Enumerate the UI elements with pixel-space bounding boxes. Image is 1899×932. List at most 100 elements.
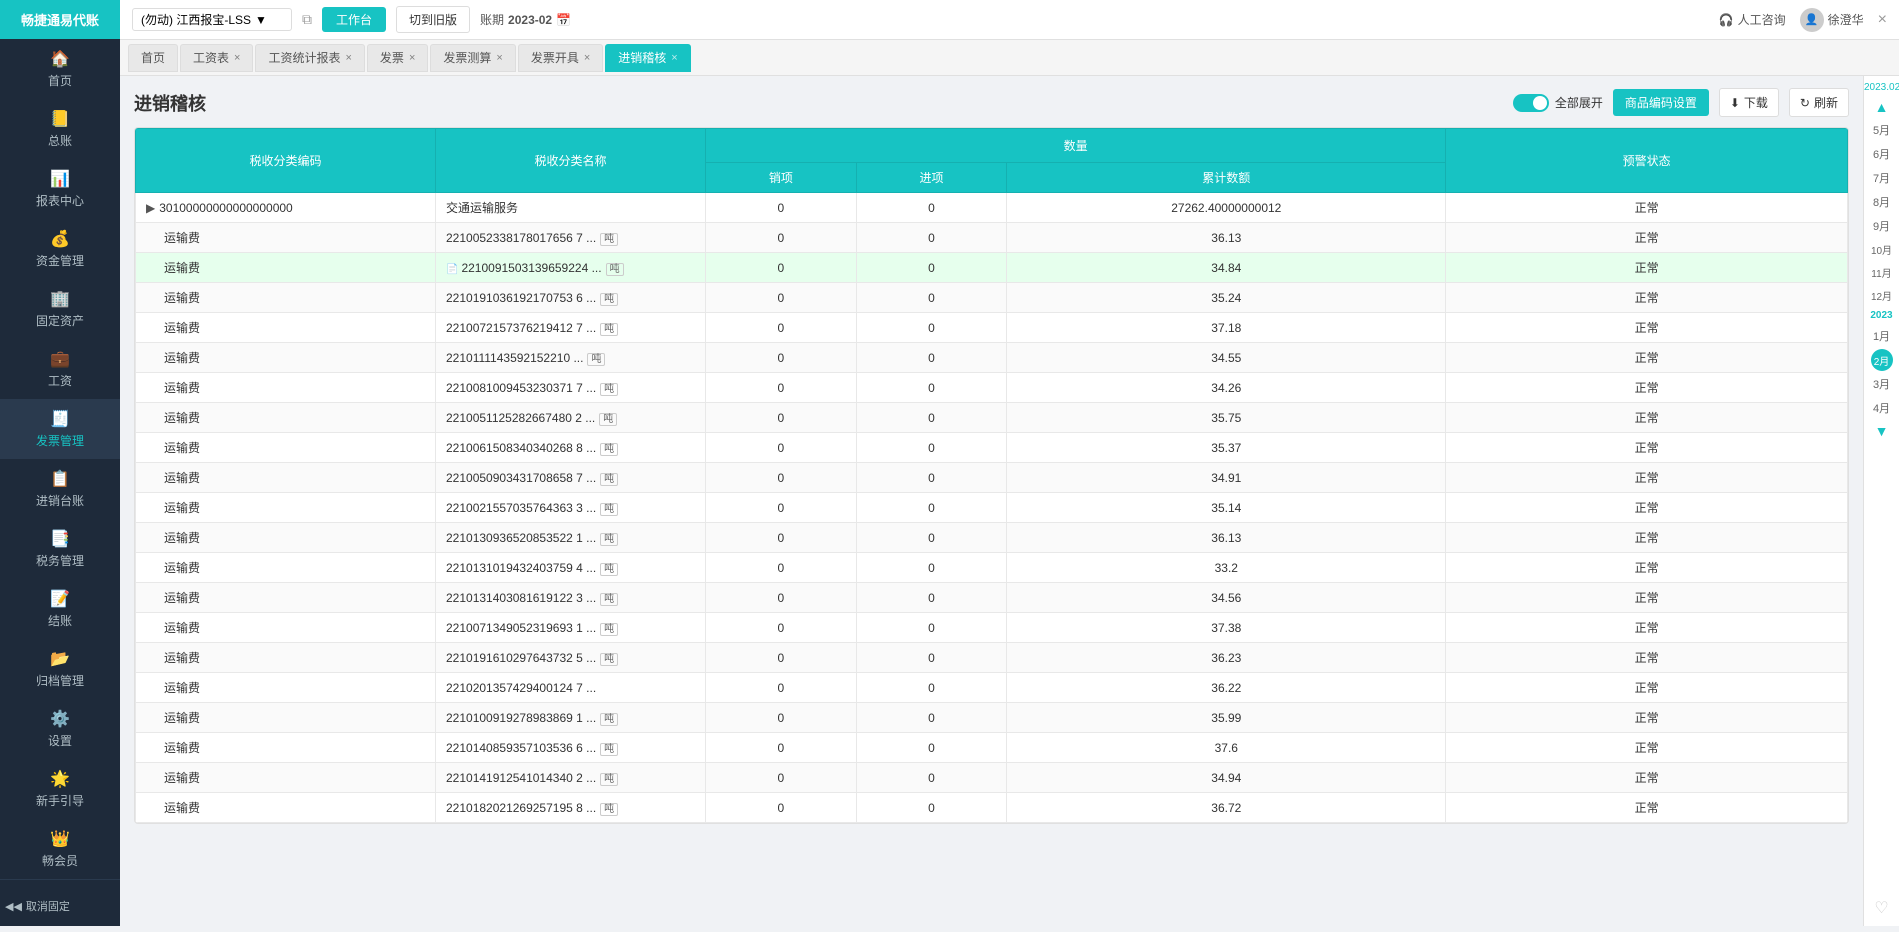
avatar: 👤 xyxy=(1800,8,1824,32)
row-inv-code: 2210061508340340268 8 ...吨 xyxy=(436,433,706,463)
row-total: 34.84 xyxy=(1007,253,1446,283)
tab-salary-table[interactable]: 工资表 × xyxy=(180,44,253,72)
sidebar-item-tax[interactable]: 📑 税务管理 xyxy=(0,519,120,579)
sidebar-item-label: 固定资产 xyxy=(36,312,84,329)
tab-home[interactable]: 首页 xyxy=(128,44,178,72)
sidebar-item-salary[interactable]: 💼 工资 xyxy=(0,339,120,399)
prev-year-arrow[interactable]: ▲ xyxy=(1873,97,1891,117)
row-status: 正常 xyxy=(1446,433,1848,463)
sidebar-item-sales[interactable]: 📋 进销台账 xyxy=(0,459,120,519)
download-button[interactable]: ⬇ 下载 xyxy=(1719,88,1779,117)
row-purchase: 0 xyxy=(856,793,1007,823)
month-3[interactable]: 3月 xyxy=(1866,373,1898,395)
sidebar-item-fund[interactable]: 💰 资金管理 xyxy=(0,219,120,279)
month-7[interactable]: 7月 xyxy=(1866,167,1898,189)
month-4[interactable]: 4月 xyxy=(1866,397,1898,419)
tab-invoice-calc[interactable]: 发票测算 × xyxy=(430,44,515,72)
col-sales-header: 销项 xyxy=(706,163,857,193)
company-selector[interactable]: (勿动) 江西报宝-LSS ▼ xyxy=(132,8,292,31)
sidebar-item-report[interactable]: 📊 报表中心 xyxy=(0,159,120,219)
row-total: 34.55 xyxy=(1007,343,1446,373)
row-total: 35.14 xyxy=(1007,493,1446,523)
month-8[interactable]: 8月 xyxy=(1866,191,1898,213)
sidebar-item-archive[interactable]: 📂 归档管理 xyxy=(0,639,120,699)
row-sales: 0 xyxy=(706,733,857,763)
row-inv-code: 2210140859357103536 6 ...吨 xyxy=(436,733,706,763)
row-total: 34.91 xyxy=(1007,463,1446,493)
ledger-icon: 📒 xyxy=(50,109,70,129)
page-title: 进销稽核 xyxy=(134,90,206,116)
row-status: 正常 xyxy=(1446,673,1848,703)
table-row: 运输费 2210052338178017656 7 ...吨 0 0 36.13… xyxy=(136,223,1848,253)
row-sales: 0 xyxy=(706,613,857,643)
sidebar-item-member[interactable]: 👑 畅会员 xyxy=(0,819,120,879)
tab-sales-check-label: 进销稽核 xyxy=(618,49,666,66)
favorite-icon[interactable]: ♡ xyxy=(1874,898,1888,922)
row-sales: 0 xyxy=(706,643,857,673)
workbench-button[interactable]: 工作台 xyxy=(322,7,386,32)
tab-invoice-open-close[interactable]: × xyxy=(584,52,590,64)
switch-version-button[interactable]: 切到旧版 xyxy=(396,6,470,33)
tab-invoice-calc-close[interactable]: × xyxy=(496,52,502,64)
main-area: (勿动) 江西报宝-LSS ▼ ⧉ 工作台 切到旧版 账期 2023-02 📅 … xyxy=(120,0,1899,926)
row-name: 运输费 xyxy=(136,223,436,253)
period-area: 账期 2023-02 📅 xyxy=(480,11,571,28)
month-1[interactable]: 1月 xyxy=(1866,325,1898,347)
next-year-arrow[interactable]: ▼ xyxy=(1873,421,1891,441)
tab-salary-table-close[interactable]: × xyxy=(234,52,240,64)
row-sales: 0 xyxy=(706,283,857,313)
month-5[interactable]: 5月 xyxy=(1866,119,1898,141)
month-10[interactable]: 10月 xyxy=(1866,239,1898,260)
close-button[interactable]: × xyxy=(1878,11,1887,29)
row-total: 35.99 xyxy=(1007,703,1446,733)
expand-toggle-label: 全部展开 xyxy=(1555,94,1603,111)
table-row: 运输费 📄2210091503139659224 ...吨 0 0 34.84 … xyxy=(136,253,1848,283)
month-6[interactable]: 6月 xyxy=(1866,143,1898,165)
sidebar-item-label: 发票管理 xyxy=(36,432,84,449)
sidebar-item-invoice[interactable]: 🧾 发票管理 xyxy=(0,399,120,459)
sidebar-item-fixed[interactable]: 🏢 固定资产 xyxy=(0,279,120,339)
table-row: 运输费 2210201357429400124 7 ... 0 0 36.22 … xyxy=(136,673,1848,703)
col-status-header: 预警状态 xyxy=(1446,129,1848,193)
copy-icon[interactable]: ⧉ xyxy=(302,11,312,28)
table-row: 运输费 2210111143592152210 ...吨 0 0 34.55 正… xyxy=(136,343,1848,373)
tab-invoice-open[interactable]: 发票开具 × xyxy=(518,44,603,72)
user-area[interactable]: 👤 徐澄华 xyxy=(1800,8,1864,32)
row-inv-code: 2210201357429400124 7 ... xyxy=(436,673,706,703)
month-11[interactable]: 11月 xyxy=(1866,262,1898,283)
row-total: 37.6 xyxy=(1007,733,1446,763)
row-sales: 0 xyxy=(706,403,857,433)
member-icon: 👑 xyxy=(50,829,70,849)
month-2-active[interactable]: 2月 xyxy=(1871,349,1893,371)
tab-invoice[interactable]: 发票 × xyxy=(367,44,428,72)
refresh-button[interactable]: ↻ 刷新 xyxy=(1789,88,1849,117)
tab-sales-check[interactable]: 进销稽核 × xyxy=(605,44,690,72)
month-9[interactable]: 9月 xyxy=(1866,215,1898,237)
sidebar-item-guide[interactable]: 🌟 新手引导 xyxy=(0,759,120,819)
tab-sales-check-close[interactable]: × xyxy=(671,52,677,64)
expand-toggle[interactable] xyxy=(1513,94,1549,112)
tab-salary-table-label: 工资表 xyxy=(193,49,229,66)
calendar-icon[interactable]: 📅 xyxy=(556,13,571,27)
company-name: (勿动) 江西报宝-LSS xyxy=(141,11,251,28)
row-name: 运输费 xyxy=(136,433,436,463)
month-12[interactable]: 12月 xyxy=(1866,285,1898,306)
col-quantity-header: 数量 xyxy=(706,129,1446,163)
tab-salary-stats[interactable]: 工资统计报表 × xyxy=(255,44,364,72)
sidebar-item-home[interactable]: 🏠 首页 xyxy=(0,39,120,99)
row-inv-code: 2210052338178017656 7 ...吨 xyxy=(436,223,706,253)
sidebar-item-ledger[interactable]: 📒 总账 xyxy=(0,99,120,159)
settings-button[interactable]: 商品编码设置 xyxy=(1613,89,1709,116)
sidebar-item-settle[interactable]: 📝 结账 xyxy=(0,579,120,639)
row-status: 正常 xyxy=(1446,373,1848,403)
sidebar-item-settings[interactable]: ⚙️ 设置 xyxy=(0,699,120,759)
row-inv-code: 2210100919278983869 1 ...吨 xyxy=(436,703,706,733)
tab-invoice-close[interactable]: × xyxy=(409,52,415,64)
table-row: 运输费 2210021557035764363 3 ...吨 0 0 35.14… xyxy=(136,493,1848,523)
row-name: 运输费 xyxy=(136,493,436,523)
support-area[interactable]: 🎧 人工咨询 xyxy=(1719,11,1786,28)
tab-salary-stats-close[interactable]: × xyxy=(345,52,351,64)
settle-icon: 📝 xyxy=(50,589,70,609)
unpin-button[interactable]: ◀◀ 取消固定 xyxy=(0,888,120,924)
row-name: 运输费 xyxy=(136,583,436,613)
